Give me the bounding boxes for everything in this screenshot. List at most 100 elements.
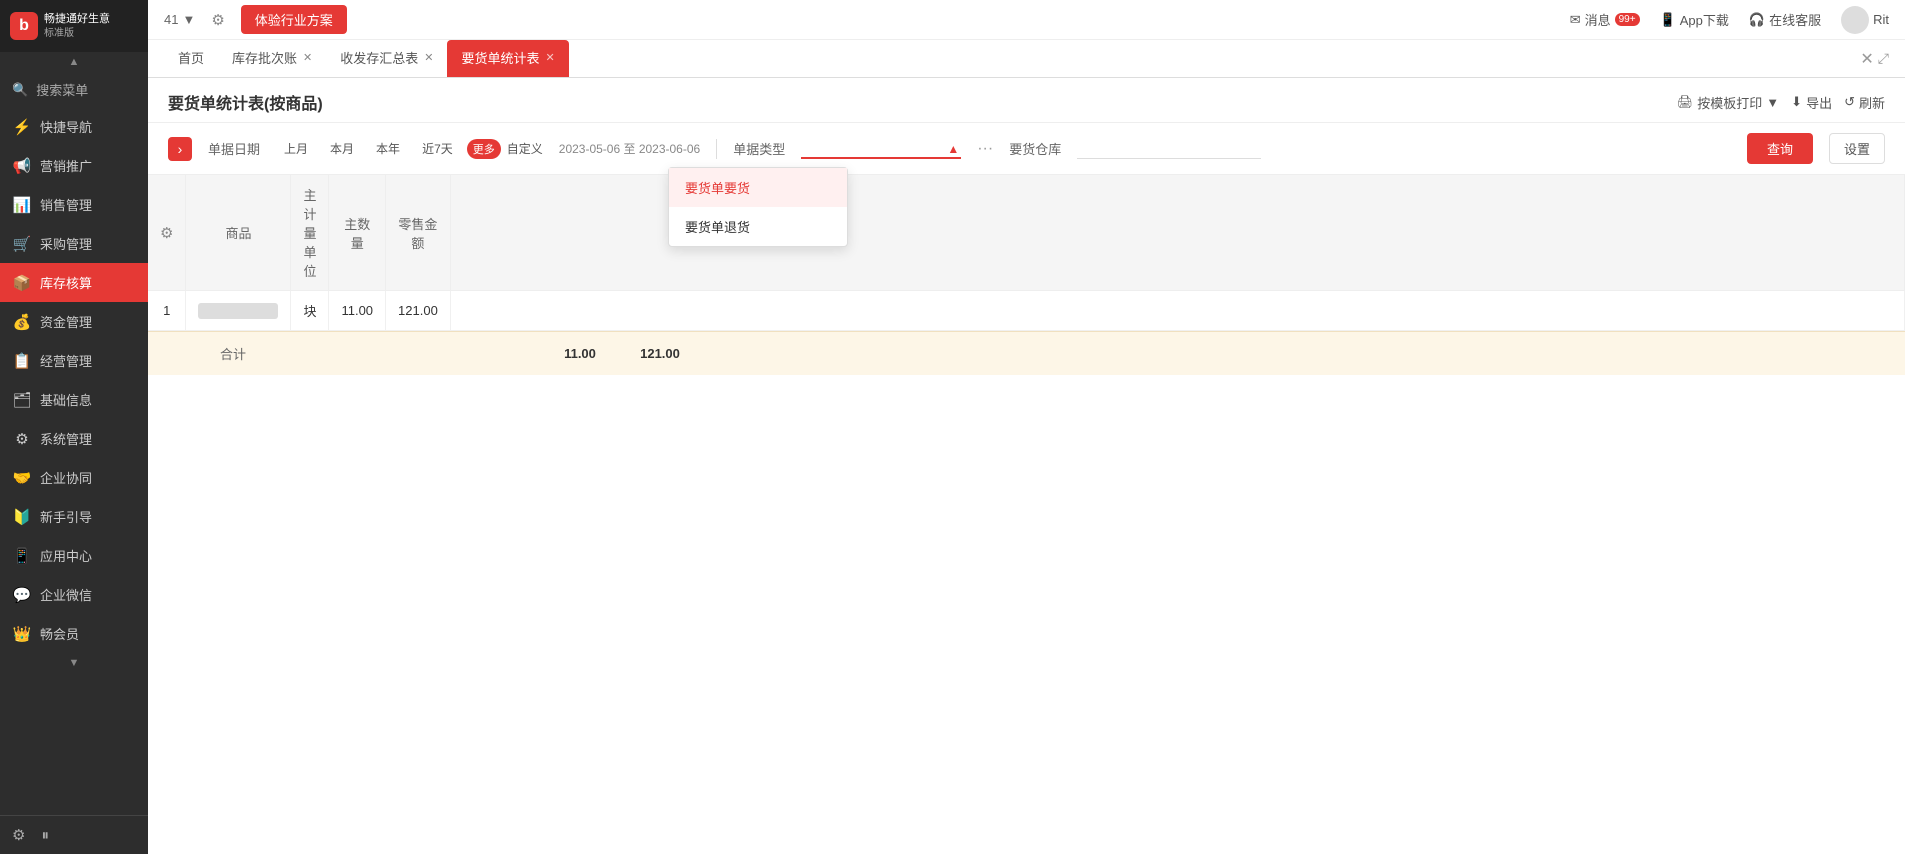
wechat-icon: 💬 (12, 586, 32, 604)
online-service-btn[interactable]: 🎧 在线客服 (1749, 10, 1821, 29)
sidebar-item-label: 新手引导 (40, 507, 92, 526)
search-icon: 🔍 (12, 82, 28, 98)
date-range-display: 2023-05-06 至 2023-06-06 (559, 140, 700, 157)
page-title: 要货单统计表(按商品) (168, 90, 323, 114)
messages-badge: 99+ (1615, 13, 1640, 26)
app-download-btn[interactable]: 📱 App下载 (1660, 10, 1729, 29)
apps-icon: 📱 (12, 547, 32, 565)
filter-bar: › 单据日期 上月 本月 本年 近7天 更多 自定义 2023-05-06 至 … (148, 123, 1905, 175)
top-header: 41 ▼ ⚙ 体验行业方案 ✉ 消息 99+ 📱 App下载 🎧 在线客服 Ri… (148, 0, 1905, 40)
store-selector[interactable]: 41 ▼ (164, 12, 195, 27)
col-unit: 主计量单位 (291, 175, 329, 291)
sidebar-item-finance[interactable]: 💰 资金管理 (0, 302, 148, 341)
dropdown-item-2[interactable]: 要货单退货 (669, 207, 847, 246)
sidebar-item-label: 系统管理 (40, 429, 92, 448)
sidebar-item-system[interactable]: ⚙ 系统管理 (0, 419, 148, 458)
warehouse-input[interactable] (1077, 139, 1261, 159)
date-custom-btn[interactable]: 自定义 (507, 140, 543, 157)
sidebar-item-apps[interactable]: 📱 应用中心 (0, 536, 148, 575)
header-settings-icon[interactable]: ⚙ (211, 11, 224, 29)
date-opt-this-year[interactable]: 本年 (368, 137, 408, 160)
sidebar-item-quick-nav[interactable]: ⚡ 快捷导航 (0, 107, 148, 146)
sidebar-item-wechat[interactable]: 💬 企业微信 (0, 575, 148, 614)
sidebar-item-operation[interactable]: 📋 经营管理 (0, 341, 148, 380)
more-date-badge[interactable]: 更多 (467, 139, 501, 159)
cell-qty: 11.00 (329, 291, 386, 331)
collab-icon: 🤝 (12, 469, 32, 487)
purchase-icon: 🛒 (12, 235, 32, 253)
store-name: 41 (164, 12, 178, 27)
sidebar-item-guide[interactable]: 🔰 新手引导 (0, 497, 148, 536)
guide-icon: 🔰 (12, 508, 32, 526)
search-menu-label: 搜索菜单 (36, 80, 88, 99)
export-btn[interactable]: ⬇ 导出 (1791, 93, 1832, 112)
expand-filter-btn[interactable]: › (168, 137, 192, 161)
system-icon: ⚙ (12, 430, 32, 448)
messages-label: 消息 (1585, 10, 1611, 29)
messages-btn[interactable]: ✉ 消息 99+ (1570, 10, 1640, 29)
collapse-icon[interactable]: ⏸ (41, 827, 49, 844)
tab-close-icon[interactable]: ✕ (303, 51, 312, 64)
sidebar-scroll-down[interactable]: ▼ (0, 653, 148, 673)
tab-label: 要货单统计表 (461, 48, 539, 67)
type-select[interactable]: 要货单要货 要货单退货 (801, 138, 961, 159)
col-settings-icon[interactable]: ⚙ (160, 225, 173, 242)
cell-no: 1 (148, 291, 186, 331)
search-menu-item[interactable]: 🔍 搜索菜单 (0, 72, 148, 107)
main-area: 41 ▼ ⚙ 体验行业方案 ✉ 消息 99+ 📱 App下载 🎧 在线客服 Ri… (148, 0, 1905, 854)
col-settings: ⚙ (148, 175, 186, 291)
date-opt-this-month[interactable]: 本月 (322, 137, 362, 160)
date-filter-label: 单据日期 (208, 139, 260, 158)
settings-filter-btn[interactable]: 设置 (1829, 133, 1885, 164)
sidebar-item-label: 经营管理 (40, 351, 92, 370)
date-options: 上月 本月 本年 近7天 更多 自定义 (276, 137, 543, 160)
tab-order-stat[interactable]: 要货单统计表 ✕ (447, 40, 568, 77)
page-actions: 🖨 按模板打印 ▼ ⬇ 导出 ↺ 刷新 (1677, 93, 1885, 112)
app-download-label: App下载 (1680, 10, 1729, 29)
sidebar-item-label: 企业微信 (40, 585, 92, 604)
sidebar-item-marketing[interactable]: 📢 营销推广 (0, 146, 148, 185)
tab-home-label: 首页 (178, 48, 204, 67)
cell-product (186, 291, 291, 331)
col-qty: 主数量 (329, 175, 386, 291)
filter-divider (716, 139, 717, 159)
tab-batch-account[interactable]: 库存批次账 ✕ (218, 40, 326, 77)
tabs-bar: 首页 库存批次账 ✕ 收发存汇总表 ✕ 要货单统计表 ✕ ✕ ⤢ (148, 40, 1905, 78)
print-btn[interactable]: 🖨 按模板打印 ▼ (1677, 93, 1779, 112)
store-dropdown-icon: ▼ (182, 12, 195, 27)
table-row: 1 块 11.00 121.00 (148, 291, 1905, 331)
sidebar-item-purchase[interactable]: 🛒 采购管理 (0, 224, 148, 263)
export-label: 导出 (1806, 93, 1832, 112)
tab-home[interactable]: 首页 (164, 40, 218, 77)
sidebar-item-sales[interactable]: 📊 销售管理 (0, 185, 148, 224)
finance-icon: 💰 (12, 313, 32, 331)
refresh-btn[interactable]: ↺ 刷新 (1844, 93, 1885, 112)
sidebar-item-inventory[interactable]: 📦 库存核算 (0, 263, 148, 302)
warehouse-filter-label: 要货仓库 (1009, 139, 1061, 158)
sidebar-scroll-up[interactable]: ▲ (0, 52, 148, 72)
date-opt-last-month[interactable]: 上月 (276, 137, 316, 160)
sidebar-item-collab[interactable]: 🤝 企业协同 (0, 458, 148, 497)
tab-close-icon[interactable]: ✕ (424, 51, 433, 64)
query-button[interactable]: 查询 (1747, 133, 1813, 164)
dropdown-item-1[interactable]: 要货单要货 (669, 168, 847, 207)
tabs-expand[interactable]: ⤢ (1878, 50, 1889, 67)
settings-bottom-icon[interactable]: ⚙ (12, 826, 25, 844)
tab-label: 库存批次账 (232, 48, 297, 67)
tabs-close-all[interactable]: ✕ (1860, 49, 1873, 69)
tab-send-receive[interactable]: 收发存汇总表 ✕ (326, 40, 447, 77)
sidebar-item-basic[interactable]: 🗂 基础信息 (0, 380, 148, 419)
date-opt-7days[interactable]: 近7天 (414, 137, 461, 160)
col-amount: 零售金额 (386, 175, 451, 291)
sidebar-item-member[interactable]: 👑 畅会员 (0, 614, 148, 653)
table-footer: 合计 11.00 121.00 (148, 331, 1905, 375)
filter-more-btn[interactable]: ··· (977, 140, 993, 158)
product-blurred (198, 303, 278, 319)
user-profile[interactable]: Rit (1841, 6, 1889, 34)
trial-button[interactable]: 体验行业方案 (241, 5, 347, 34)
cell-unit: 块 (291, 291, 329, 331)
tab-close-icon[interactable]: ✕ (546, 51, 555, 64)
logo-icon: b (10, 12, 38, 40)
app-download-icon: 📱 (1660, 12, 1676, 28)
member-icon: 👑 (12, 625, 32, 643)
